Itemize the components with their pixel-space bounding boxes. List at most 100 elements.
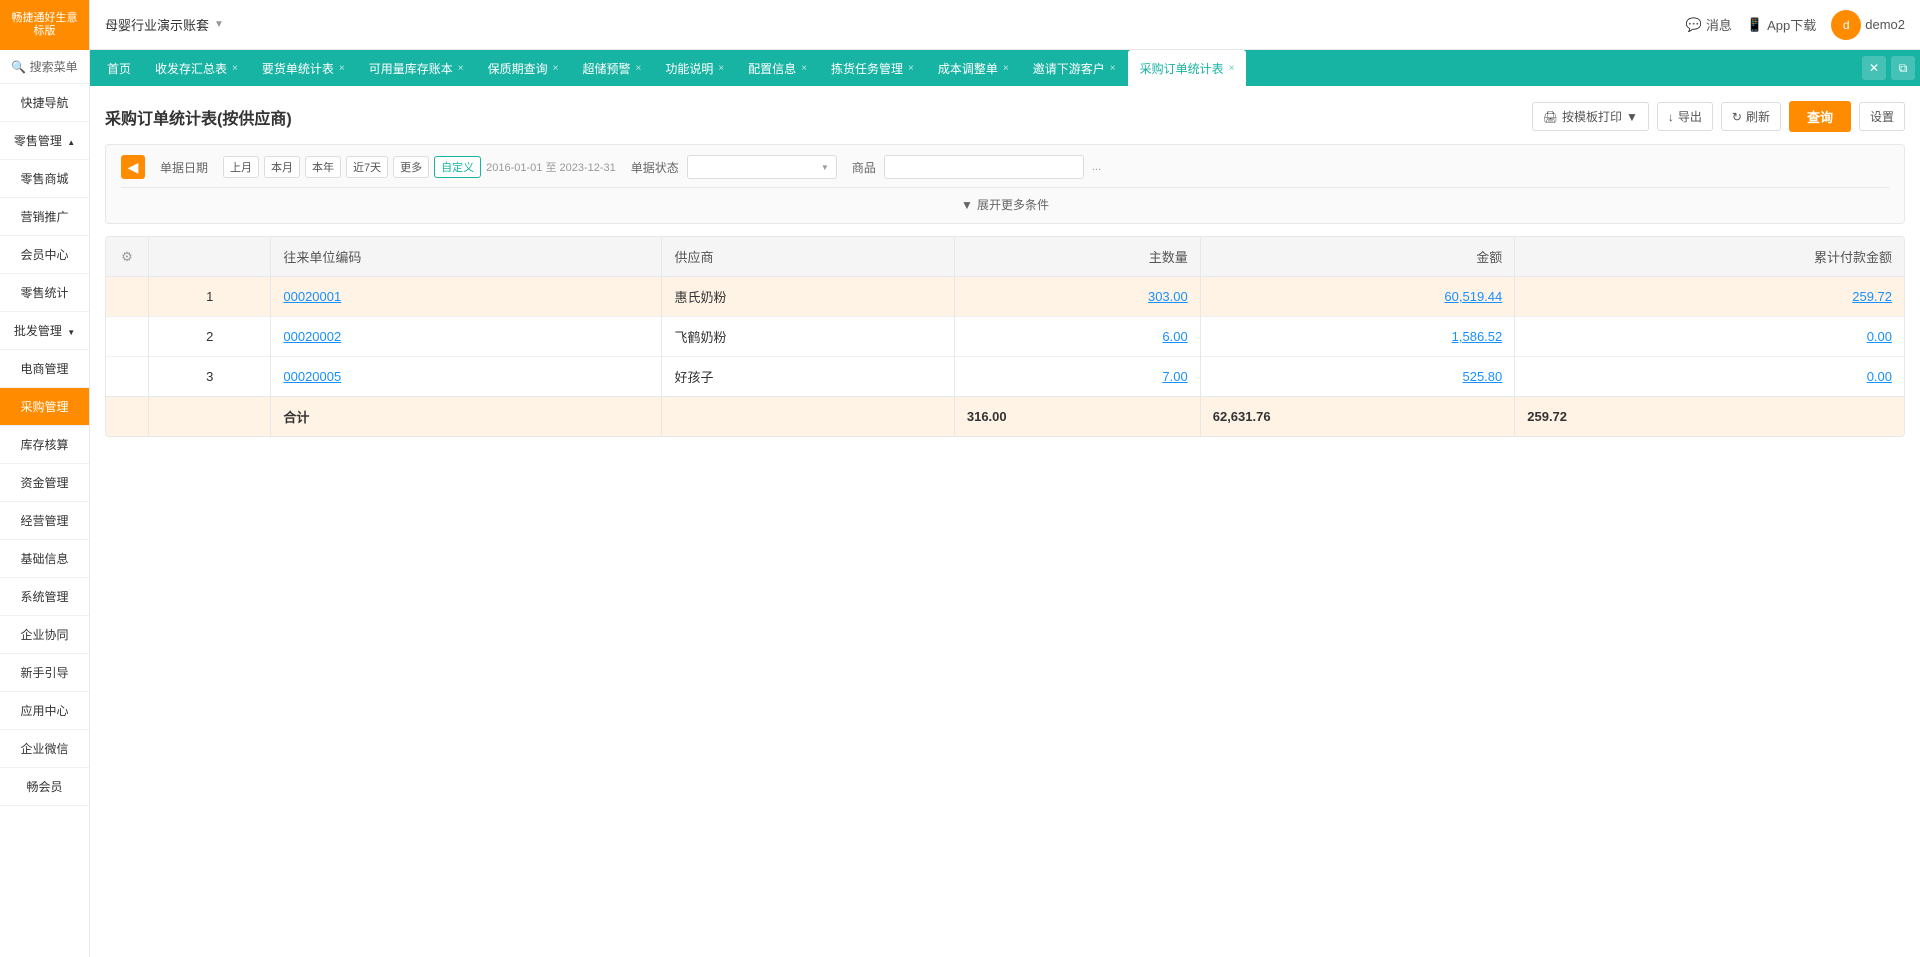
tab-shoufahuizong[interactable]: 收发存汇总表 × [143, 50, 250, 86]
sidebar-item-system[interactable]: 系统管理 [0, 578, 89, 616]
sidebar-item-member[interactable]: 畅会员 [0, 768, 89, 806]
logo-subtitle: 标版 [34, 25, 56, 38]
tab-close-icon[interactable]: × [553, 63, 559, 74]
refresh-button[interactable]: ↻ 刷新 [1721, 102, 1781, 131]
sidebar-item-purchase[interactable]: 采购管理 [0, 388, 89, 426]
td-paid-amount[interactable]: 259.72 [1515, 277, 1904, 317]
tab-close-icon[interactable]: × [458, 63, 464, 74]
close-all-tabs-btn[interactable]: ✕ [1862, 56, 1886, 80]
tab-close-icon[interactable]: × [635, 63, 641, 74]
status-select[interactable] [687, 155, 837, 179]
app-download-btn[interactable]: 📱 App下载 [1747, 15, 1816, 34]
sidebar-item-retail-mgmt[interactable]: 零售管理 [0, 122, 89, 160]
date-shortcut-7days[interactable]: 近7天 [346, 156, 388, 178]
sidebar-item-finance[interactable]: 资金管理 [0, 464, 89, 502]
sidebar-item-app-center[interactable]: 应用中心 [0, 692, 89, 730]
sidebar-item-operations[interactable]: 经营管理 [0, 502, 89, 540]
sidebar-item-ecommerce[interactable]: 电商管理 [0, 350, 89, 388]
message-label: 消息 [1706, 15, 1732, 34]
sidebar-item-member-center[interactable]: 会员中心 [0, 236, 89, 274]
export-button[interactable]: ↓ 导出 [1657, 102, 1713, 131]
sidebar-item-retail-shop[interactable]: 零售商城 [0, 160, 89, 198]
td-supplier-code[interactable]: 00020001 [271, 277, 662, 317]
workspace-selector[interactable]: 母婴行业演示账套 ▼ [105, 15, 224, 34]
column-settings-icon[interactable]: ⚙ [118, 248, 136, 266]
sidebar-item-retail-stats[interactable]: 零售统计 [0, 274, 89, 312]
tab-chaochuyujing[interactable]: 超储预警 × [570, 50, 653, 86]
query-button[interactable]: 查询 [1789, 101, 1851, 132]
page-title: 采购订单统计表(按供应商) [105, 105, 292, 129]
tab-close-icon[interactable]: × [1110, 63, 1116, 74]
table-body: 1 00020001 惠氏奶粉 303.00 60,519.44 259.72 … [106, 277, 1904, 397]
sidebar-item-batch-mgmt[interactable]: 批发管理 [0, 312, 89, 350]
top-header: 母婴行业演示账套 ▼ 💬 消息 📱 App下载 d demo2 [90, 0, 1920, 50]
td-main-qty[interactable]: 6.00 [954, 317, 1200, 357]
restore-tabs-btn[interactable]: ⧉ [1891, 56, 1915, 80]
btn-label: 刷新 [1746, 108, 1770, 125]
th-supplier-code: 往来单位编码 [271, 237, 662, 277]
goods-filter-input[interactable] [884, 155, 1084, 179]
tab-peizhi[interactable]: 配置信息 × [736, 50, 819, 86]
filter-toggle-button[interactable]: ◀ [121, 155, 145, 179]
sidebar-item-inventory[interactable]: 库存核算 [0, 426, 89, 464]
sidebar-item-quick-nav[interactable]: 快捷导航 [0, 84, 89, 122]
td-amount[interactable]: 60,519.44 [1200, 277, 1515, 317]
date-shortcut-more[interactable]: 更多 [393, 156, 429, 178]
filter-row-main: ◀ 单据日期 上月 本月 本年 近7天 更多 自定义 2016-01-01 至 … [121, 155, 1889, 179]
date-shortcut-this-month[interactable]: 本月 [264, 156, 300, 178]
tab-baozhouqi[interactable]: 保质期查询 × [476, 50, 571, 86]
tab-label: 可用量库存账本 [369, 60, 453, 77]
status-select-wrapper [687, 155, 837, 179]
table-footer-row: 合计 316.00 62,631.76 259.72 [106, 397, 1904, 437]
sidebar-item-label: 零售管理 [14, 134, 62, 148]
chevron-down-icon: ▼ [961, 198, 973, 212]
date-shortcut-this-year[interactable]: 本年 [305, 156, 341, 178]
message-btn[interactable]: 💬 消息 [1686, 15, 1732, 34]
tab-zhihuorenwu[interactable]: 拣货任务管理 × [819, 50, 926, 86]
footer-index-col [149, 397, 271, 437]
sidebar-search[interactable]: 🔍 搜索菜单 [0, 50, 89, 84]
app-download-label: App下载 [1767, 15, 1816, 34]
tab-keyongliang[interactable]: 可用量库存账本 × [357, 50, 476, 86]
template-print-button[interactable]: 🖨 按模板打印 ▼ [1532, 102, 1649, 131]
goods-more-btn[interactable]: ... [1092, 161, 1101, 173]
sidebar-item-enterprise-wechat[interactable]: 企业微信 [0, 730, 89, 768]
td-main-qty[interactable]: 7.00 [954, 357, 1200, 397]
date-shortcut-last-month[interactable]: 上月 [223, 156, 259, 178]
tab-chenben[interactable]: 成本调整单 × [926, 50, 1021, 86]
tab-close-icon[interactable]: × [718, 63, 724, 74]
tab-home[interactable]: 首页 [95, 50, 143, 86]
tab-close-icon[interactable]: × [1229, 63, 1235, 74]
sidebar-item-marketing[interactable]: 营销推广 [0, 198, 89, 236]
td-supplier-code[interactable]: 00020005 [271, 357, 662, 397]
sidebar-item-enterprise-collab[interactable]: 企业协同 [0, 616, 89, 654]
tab-label: 邀请下游客户 [1033, 60, 1105, 77]
td-amount[interactable]: 525.80 [1200, 357, 1515, 397]
sidebar-item-basic-info[interactable]: 基础信息 [0, 540, 89, 578]
tab-close-icon[interactable]: × [1003, 63, 1009, 74]
date-custom-badge[interactable]: 自定义 [434, 156, 481, 178]
tab-yaoqing[interactable]: 邀请下游客户 × [1021, 50, 1128, 86]
expand-more-btn[interactable]: ▼ 展开更多条件 [961, 196, 1049, 213]
tab-close-icon[interactable]: × [339, 63, 345, 74]
td-main-qty[interactable]: 303.00 [954, 277, 1200, 317]
tab-yaohuodanjitongji[interactable]: 要货单统计表 × [250, 50, 357, 86]
nav-tabs-bar: 首页 收发存汇总表 × 要货单统计表 × 可用量库存账本 × 保质期查询 × 超… [90, 50, 1920, 86]
tab-close-icon[interactable]: × [801, 63, 807, 74]
tab-close-icon[interactable]: × [232, 63, 238, 74]
main-area: 母婴行业演示账套 ▼ 💬 消息 📱 App下载 d demo2 首页 [90, 0, 1920, 957]
th-settings: ⚙ [106, 237, 149, 277]
td-amount[interactable]: 1,586.52 [1200, 317, 1515, 357]
td-index: 1 [149, 277, 271, 317]
td-paid-amount[interactable]: 0.00 [1515, 357, 1904, 397]
user-profile[interactable]: d demo2 [1831, 10, 1905, 40]
phone-icon: 📱 [1747, 17, 1763, 33]
sidebar-item-new-guide[interactable]: 新手引导 [0, 654, 89, 692]
th-main-qty: 主数量 [954, 237, 1200, 277]
td-supplier-code[interactable]: 00020002 [271, 317, 662, 357]
tab-close-icon[interactable]: × [908, 63, 914, 74]
td-paid-amount[interactable]: 0.00 [1515, 317, 1904, 357]
tab-gongngshuoming[interactable]: 功能说明 × [653, 50, 736, 86]
tab-caigoudindan[interactable]: 采购订单统计表 × [1128, 50, 1247, 86]
settings-button[interactable]: 设置 [1859, 102, 1905, 131]
